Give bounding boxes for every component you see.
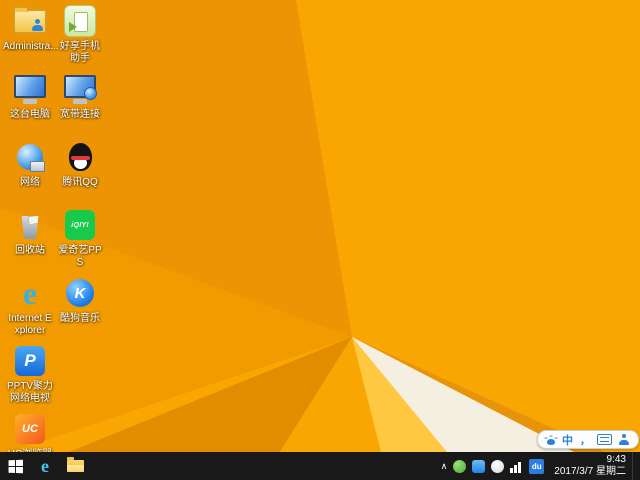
pptv-p-glyph: P (15, 346, 45, 376)
phone-assistant-icon (63, 4, 97, 38)
desktop-icon-label: Administra... (3, 41, 59, 52)
globe-shape (17, 144, 45, 172)
ime-keyboard-icon[interactable] (597, 434, 612, 445)
baidu-ime-tray-icon[interactable]: du (529, 458, 545, 474)
taskbar: e ∧ du 9:43 2017/3/7 星期二 (0, 452, 640, 480)
desktop-icon-network[interactable]: 网络 (6, 140, 54, 208)
desktop-icon-label: 酷狗音乐 (60, 313, 100, 324)
globe-glyph (84, 86, 97, 100)
mini-monitor-glyph (30, 161, 45, 172)
ime-language-bar: 中 ， (537, 430, 639, 449)
kugou-logo-icon: K (63, 276, 97, 310)
bin-shape (21, 216, 39, 239)
desktop-icon-label: 宽带连接 (60, 109, 100, 120)
tray-network-icon[interactable] (510, 460, 523, 473)
uc-browser-icon: UC (13, 412, 47, 446)
penguin-shape (68, 143, 92, 171)
taskbar-internet-explorer-button[interactable]: e (30, 452, 60, 480)
windows-logo-icon (8, 459, 23, 473)
iqiyi-logo-icon: iQIYI (63, 208, 97, 242)
desktop-icon-recycle-bin[interactable]: 回收站 (6, 208, 54, 276)
desktop-icon-internet-explorer[interactable]: e Internet Explorer (6, 276, 54, 344)
taskbar-clock[interactable]: 9:43 2017/3/7 星期二 (554, 454, 626, 479)
desktop-icon-phone-assistant[interactable]: 好享手机助手 (56, 4, 104, 72)
tray-app-icon[interactable] (472, 459, 486, 473)
grid-spacer (56, 344, 104, 412)
system-tray: ∧ du 9:43 2017/3/7 星期二 (441, 452, 640, 480)
start-button[interactable] (0, 452, 30, 480)
ime-account-icon[interactable] (619, 434, 629, 445)
desktop-icon-label: 爱奇艺PPS (58, 245, 102, 268)
clock-date: 2017/3/7 星期二 (554, 466, 626, 477)
tray-security-icon[interactable] (453, 459, 467, 473)
taskbar-left: e (0, 452, 90, 480)
ime-punctuation-toggle[interactable]: ， (580, 432, 590, 447)
iqiyi-wordmark: iQIYI (65, 210, 95, 240)
desktop-icon-pptv[interactable]: P PPTV聚力 网络电视 (6, 344, 54, 412)
desktop-icon-kugou-music[interactable]: K 酷狗音乐 (56, 276, 104, 344)
desktop-icon-label: Internet Explorer (8, 313, 52, 336)
taskbar-file-explorer-button[interactable] (60, 452, 90, 480)
ie-letter-glyph: e (23, 275, 37, 311)
ie-icon: e (41, 456, 49, 476)
desktop-icon-label: 腾讯QQ (62, 177, 98, 188)
monitor-shape (64, 74, 97, 100)
folder-shape (14, 6, 46, 33)
desktop-icon-label: 回收站 (15, 245, 45, 256)
papers-glyph (26, 216, 39, 226)
desktop-icon-broadband[interactable]: 宽带连接 (56, 72, 104, 140)
folder-icon (66, 457, 84, 472)
recycle-bin-icon (13, 208, 47, 242)
tray-volume-icon[interactable] (491, 459, 505, 473)
qq-penguin-icon (63, 140, 97, 174)
show-desktop-button[interactable] (632, 452, 638, 480)
pptv-logo-icon: P (13, 344, 47, 378)
desktop-icon-this-pc[interactable]: 这台电脑 (6, 72, 54, 140)
internet-explorer-icon: e (13, 276, 47, 310)
phone-shape (64, 5, 96, 37)
clock-time: 9:43 (606, 453, 626, 465)
desktop-icon-iqiyi-pps[interactable]: iQIYI 爱奇艺PPS (56, 208, 104, 276)
desktop-icon-label: 好享手机助手 (60, 41, 100, 64)
network-globe-icon (13, 140, 47, 174)
user-folder-icon (13, 4, 47, 38)
desktop-icon-tencent-qq[interactable]: 腾讯QQ (56, 140, 104, 208)
desktop-icon-label: 网络 (20, 177, 40, 188)
uc-glyph: UC (15, 414, 45, 444)
desktop-icon-grid: Administra... 好享手机助手 这台电脑 宽带连接 网络 腾讯QQ 回… (3, 4, 104, 480)
person-glyph (31, 18, 43, 31)
baidu-ime-logo-icon[interactable] (547, 439, 555, 445)
hidden-icons-chevron[interactable]: ∧ (441, 461, 448, 471)
ime-mode-toggle[interactable]: 中 (562, 432, 573, 448)
kugou-k-glyph: K (66, 279, 94, 307)
desktop-icon-administrator[interactable]: Administra... (3, 4, 59, 72)
desktop-icon-label: 这台电脑 (10, 109, 50, 120)
computer-monitor-icon (13, 72, 47, 106)
monitor-shape (14, 74, 46, 98)
broadband-connection-icon (63, 72, 97, 106)
desktop-icon-label: PPTV聚力 网络电视 (6, 381, 54, 404)
